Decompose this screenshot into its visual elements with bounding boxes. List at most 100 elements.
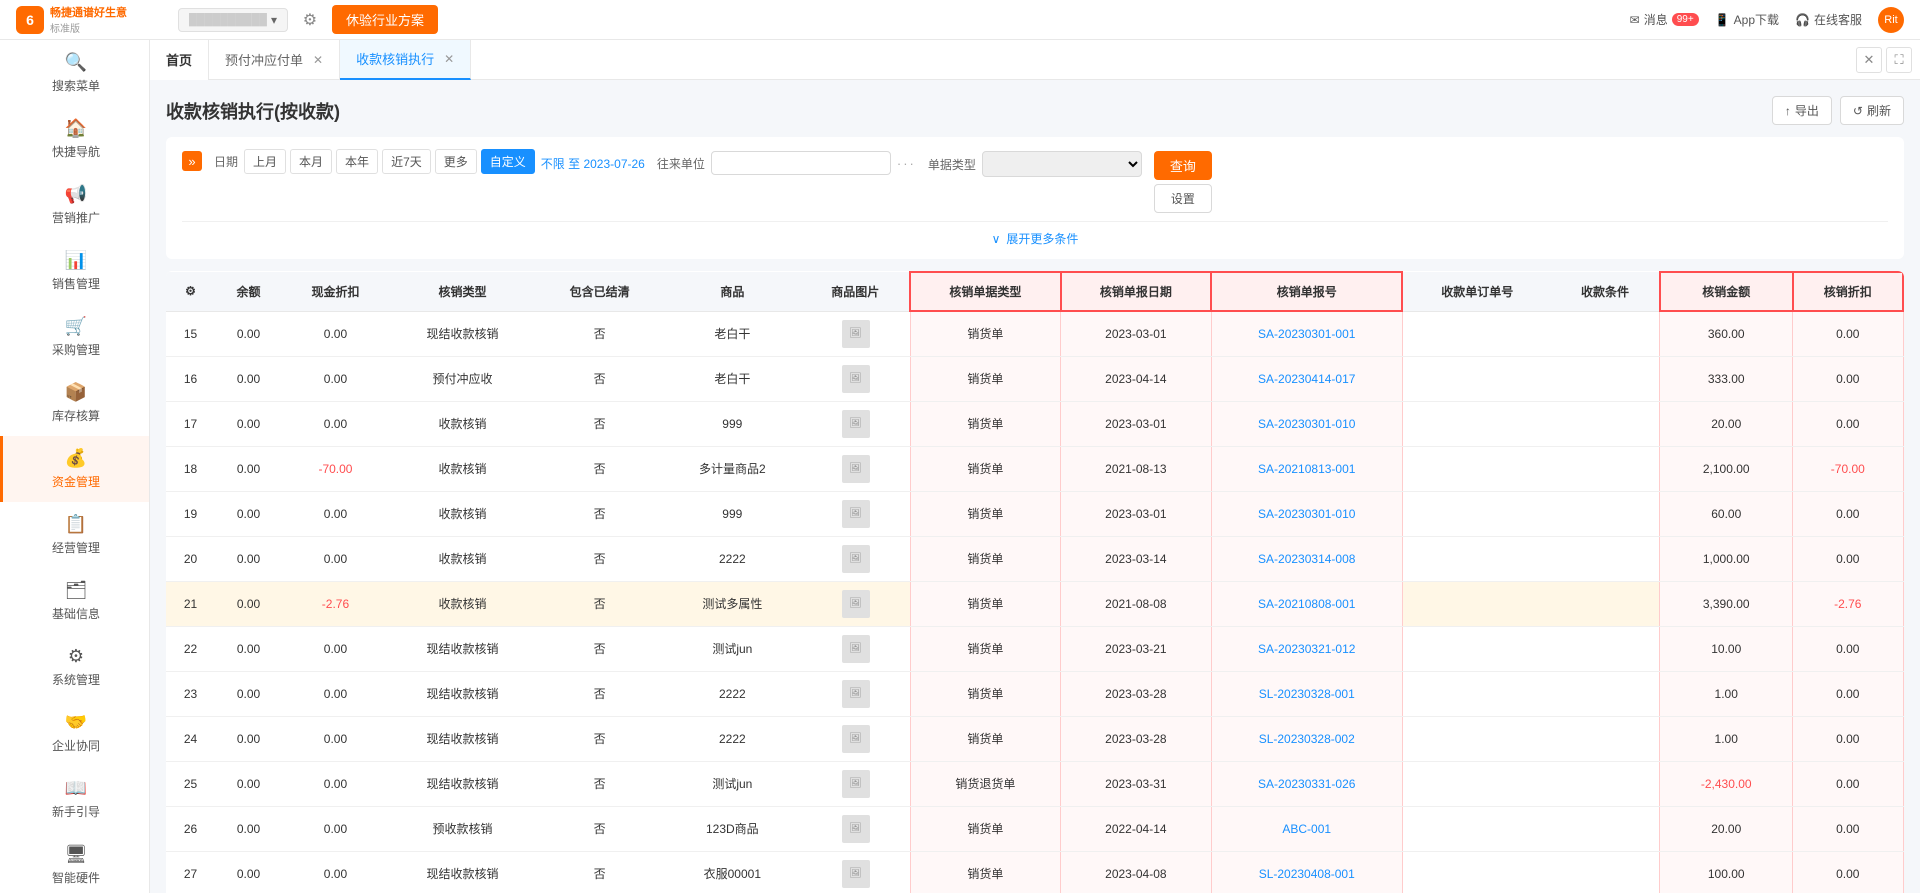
sidebar-item-inventory[interactable]: 📦 库存核算	[0, 370, 149, 436]
sidebar-item-enterprise[interactable]: 🤝 企业协同	[0, 700, 149, 766]
cell-balance: 0.00	[215, 761, 282, 806]
filter-settings-button[interactable]: 设置	[1154, 184, 1212, 213]
date-btn-this-month[interactable]: 本月	[290, 149, 332, 174]
bill-no-link[interactable]: SL-20230328-001	[1259, 687, 1355, 701]
cell-writeoff-bill-no[interactable]: SA-20210813-001	[1211, 446, 1402, 491]
cell-writeoff-bill-no[interactable]: SA-20230314-008	[1211, 536, 1402, 581]
cell-writeoff-bill-date: 2023-03-01	[1061, 311, 1211, 356]
sidebar-item-sales[interactable]: 📊 销售管理	[0, 238, 149, 304]
table-settings-icon[interactable]: ⚙	[185, 284, 196, 298]
date-btn-this-year[interactable]: 本年	[336, 149, 378, 174]
bill-no-link[interactable]: ABC-001	[1282, 822, 1331, 836]
cell-writeoff-type: 收款核销	[389, 536, 536, 581]
company-selector[interactable]: ██████████ ▾	[178, 8, 288, 32]
sidebar-item-purchase[interactable]: 🛒 采购管理	[0, 304, 149, 370]
cell-balance: 0.00	[215, 851, 282, 893]
cell-writeoff-bill-type: 销货单	[910, 401, 1060, 446]
tab-home[interactable]: 首页	[150, 40, 209, 80]
cell-writeoff-bill-no[interactable]: SL-20230408-001	[1211, 851, 1402, 893]
bill-no-link[interactable]: SA-20230314-008	[1258, 552, 1355, 566]
cell-writeoff-bill-no[interactable]: SA-20230301-001	[1211, 311, 1402, 356]
cell-collection-order-no	[1402, 716, 1551, 761]
refresh-button[interactable]: ↺ 刷新	[1840, 96, 1904, 125]
voucher-type-select[interactable]	[982, 151, 1142, 177]
cell-goods: 多计量商品2	[663, 446, 801, 491]
table-row: 27 0.00 0.00 现结收款核销 否 衣服00001 🖼 销货单 2023…	[166, 851, 1903, 893]
online-service-button[interactable]: 🎧 在线客服	[1795, 11, 1862, 28]
expand-more-button[interactable]: ∨ 展开更多条件	[182, 230, 1888, 247]
page-title: 收款核销执行(按收款)	[166, 98, 340, 124]
sidebar-item-search[interactable]: 🔍 搜索菜单	[0, 40, 149, 106]
company-name-placeholder: ██████████	[189, 14, 267, 26]
table-row: 22 0.00 0.00 现结收款核销 否 测试jun 🖼 销货单 2023-0…	[166, 626, 1903, 671]
voucher-type-label: 单据类型	[928, 156, 976, 173]
tab-prepay-close[interactable]: ✕	[313, 53, 323, 67]
sidebar-item-marketing[interactable]: 📢 营销推广	[0, 172, 149, 238]
bill-no-link[interactable]: SA-20230301-010	[1258, 507, 1355, 521]
message-button[interactable]: ✉ 消息 99+	[1630, 11, 1699, 28]
cell-collection-order-no	[1402, 581, 1551, 626]
tab-prepay[interactable]: 预付冲应付单 ✕	[209, 40, 340, 80]
home-icon: 🏠	[65, 118, 87, 139]
cell-goods: 测试jun	[663, 626, 801, 671]
app-download-button[interactable]: 📱 App下载	[1715, 11, 1779, 28]
sidebar-item-hardware[interactable]: 🖥 智能硬件	[0, 832, 149, 893]
export-button[interactable]: ↑ 导出	[1772, 96, 1832, 125]
sidebar-item-system[interactable]: ⚙ 系统管理	[0, 634, 149, 700]
cell-collection-condition	[1551, 401, 1660, 446]
cell-collection-condition	[1551, 536, 1660, 581]
sidebar-item-operations[interactable]: 📋 经营管理	[0, 502, 149, 568]
cell-writeoff-bill-no[interactable]: SA-20230301-010	[1211, 401, 1402, 446]
industry-solution-button[interactable]: 休验行业方案	[332, 5, 438, 34]
bill-no-link[interactable]: SA-20230321-012	[1258, 642, 1355, 656]
cell-writeoff-bill-no[interactable]: SA-20230331-026	[1211, 761, 1402, 806]
user-avatar[interactable]: Rit	[1878, 7, 1904, 33]
sidebar-item-guide[interactable]: 📖 新手引导	[0, 766, 149, 832]
cell-writeoff-bill-no[interactable]: SL-20230328-001	[1211, 671, 1402, 716]
sidebar-item-quicknav[interactable]: 🏠 快捷导航	[0, 106, 149, 172]
bill-no-link[interactable]: SA-20230301-010	[1258, 417, 1355, 431]
bill-no-link[interactable]: SL-20230408-001	[1259, 867, 1355, 881]
tab-collection[interactable]: 收款核销执行 ✕	[340, 40, 471, 80]
table-row: 26 0.00 0.00 预收款核销 否 123D商品 🖼 销货单 2022-0…	[166, 806, 1903, 851]
tab-close-all-button[interactable]: ✕	[1856, 47, 1882, 73]
bill-no-link[interactable]: SA-20230414-017	[1258, 372, 1355, 386]
sidebar-item-finance[interactable]: 💰 资金管理	[0, 436, 149, 502]
tab-fullscreen-button[interactable]: ⛶	[1886, 47, 1912, 73]
cell-row-no: 21	[166, 581, 215, 626]
cell-balance: 0.00	[215, 626, 282, 671]
cell-writeoff-bill-no[interactable]: ABC-001	[1211, 806, 1402, 851]
message-icon: ✉	[1630, 13, 1640, 27]
cell-writeoff-bill-no[interactable]: SA-20230321-012	[1211, 626, 1402, 671]
refresh-icon: ↺	[1853, 104, 1863, 118]
cell-writeoff-bill-no[interactable]: SA-20230414-017	[1211, 356, 1402, 401]
settings-gear-button[interactable]: ⚙	[296, 6, 324, 34]
table-row: 15 0.00 0.00 现结收款核销 否 老白干 🖼 销货单 2023-03-…	[166, 311, 1903, 356]
tab-collection-close[interactable]: ✕	[444, 52, 454, 66]
export-icon: ↑	[1785, 104, 1791, 118]
tab-prepay-label: 预付冲应付单	[225, 50, 303, 69]
cell-writeoff-bill-no[interactable]: SA-20210808-001	[1211, 581, 1402, 626]
cell-collection-condition	[1551, 491, 1660, 536]
chart-icon: 📊	[65, 250, 87, 271]
cell-goods-image: 🖼	[801, 446, 910, 491]
cell-row-no: 16	[166, 356, 215, 401]
bill-no-link[interactable]: SA-20230301-001	[1258, 327, 1355, 341]
bill-no-link[interactable]: SA-20210808-001	[1258, 597, 1355, 611]
counterparty-input[interactable]	[711, 151, 891, 175]
cell-writeoff-bill-no[interactable]: SL-20230328-002	[1211, 716, 1402, 761]
table-container: ⚙ 余额 现金折扣 核销类型 包含已结清 商品 商品图片 核销单据类型 核销单报…	[166, 271, 1904, 893]
cell-writeoff-bill-no[interactable]: SA-20230301-010	[1211, 491, 1402, 536]
sidebar-item-basic[interactable]: 🗂 基础信息	[0, 568, 149, 634]
filter-toggle-button[interactable]: »	[182, 151, 202, 171]
bill-no-link[interactable]: SA-20230331-026	[1258, 777, 1355, 791]
bill-no-link[interactable]: SL-20230328-002	[1259, 732, 1355, 746]
th-settings[interactable]: ⚙	[166, 272, 215, 311]
date-btn-custom[interactable]: 自定义	[481, 149, 535, 174]
date-btn-more[interactable]: 更多	[435, 149, 477, 174]
query-button[interactable]: 查询	[1154, 151, 1212, 180]
date-btn-7days[interactable]: 近7天	[382, 149, 431, 174]
th-include-settled: 包含已结清	[536, 272, 663, 311]
date-btn-last-month[interactable]: 上月	[244, 149, 286, 174]
bill-no-link[interactable]: SA-20210813-001	[1258, 462, 1355, 476]
